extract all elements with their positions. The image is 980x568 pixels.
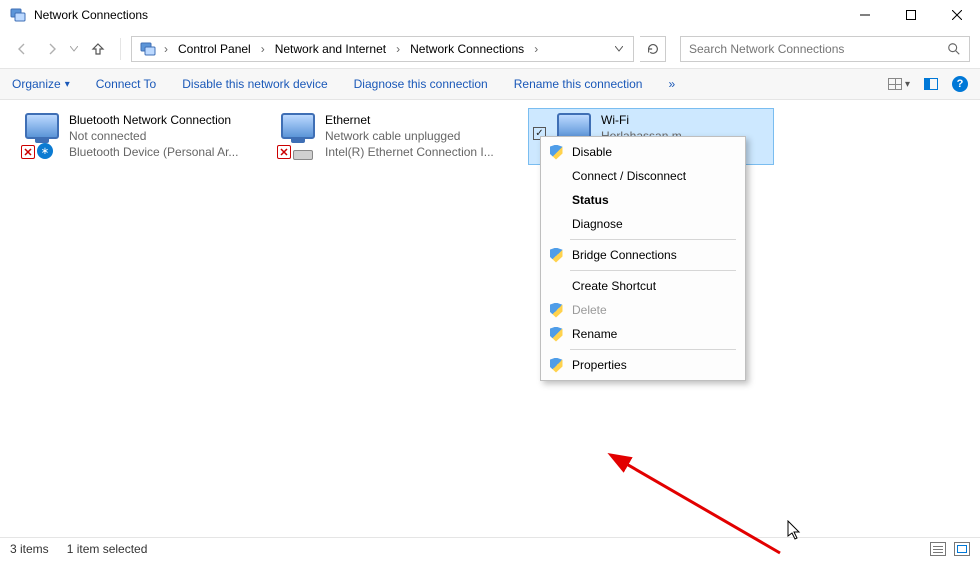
shield-icon <box>548 357 564 373</box>
separator <box>570 239 736 240</box>
chevron-right-icon[interactable]: › <box>257 42 269 56</box>
connect-to-button[interactable]: Connect To <box>96 77 157 91</box>
up-button[interactable] <box>86 37 110 61</box>
context-menu-label: Create Shortcut <box>572 279 656 293</box>
context-menu-label: Status <box>572 193 609 207</box>
context-menu-item[interactable]: Create Shortcut <box>544 274 742 298</box>
maximize-button[interactable] <box>888 0 934 30</box>
refresh-button[interactable] <box>640 36 666 62</box>
connection-name: Ethernet <box>325 113 494 128</box>
context-menu-item[interactable]: Disable <box>544 140 742 164</box>
organize-menu[interactable]: Organize ▾ <box>12 77 70 91</box>
window-controls <box>842 0 980 30</box>
connection-icon: ✕∗ <box>21 113 63 157</box>
crumb-network-internet[interactable]: Network and Internet <box>269 39 392 59</box>
bluetooth-icon: ∗ <box>37 143 53 159</box>
help-button[interactable]: ? <box>952 76 968 92</box>
chevron-down-icon: ▾ <box>65 79 70 90</box>
monitor-icon <box>281 113 315 139</box>
chevron-down-icon: ▾ <box>905 79 910 90</box>
connection-icon: ✕ <box>277 113 319 157</box>
overflow-button[interactable]: » <box>668 77 675 91</box>
pane-icon <box>924 78 938 90</box>
view-options-button[interactable]: ▾ <box>888 78 910 90</box>
shield-icon <box>548 144 564 160</box>
context-menu-label: Connect / Disconnect <box>572 169 686 183</box>
diagnose-button[interactable]: Diagnose this connection <box>354 77 488 91</box>
icon-slot <box>548 168 564 184</box>
search-icon[interactable] <box>947 42 961 56</box>
chevron-right-icon[interactable]: › <box>160 42 172 56</box>
shield-icon <box>548 302 564 318</box>
disable-device-button[interactable]: Disable this network device <box>182 77 327 91</box>
ethernet-plug-icon <box>293 150 313 160</box>
connection-text: EthernetNetwork cable unpluggedIntel(R) … <box>325 113 494 160</box>
context-menu-item[interactable]: Rename <box>544 322 742 346</box>
connection-name: Wi-Fi <box>601 113 682 128</box>
context-menu-label: Disable <box>572 145 612 159</box>
context-menu-item[interactable]: Diagnose <box>544 212 742 236</box>
error-icon: ✕ <box>277 145 291 159</box>
titlebar: Network Connections <box>0 0 980 30</box>
context-menu-item[interactable]: Properties <box>544 353 742 377</box>
separator <box>570 270 736 271</box>
icon-slot <box>548 278 564 294</box>
details-view-button[interactable] <box>930 542 946 556</box>
shield-icon <box>548 326 564 342</box>
context-menu-item[interactable]: Status <box>544 188 742 212</box>
chevron-right-icon[interactable]: › <box>392 42 404 56</box>
context-menu-label: Rename <box>572 327 617 341</box>
icon-slot <box>548 192 564 208</box>
context-menu-label: Properties <box>572 358 627 372</box>
context-menu: Disable Connect / Disconnect Status Diagnos… <box>540 136 746 381</box>
crumb-network-connections[interactable]: Network Connections <box>404 39 530 59</box>
preview-pane-button[interactable] <box>924 78 938 90</box>
context-menu-item[interactable]: Connect / Disconnect <box>544 164 742 188</box>
toolbar: Organize ▾ Connect To Disable this networ… <box>0 68 980 100</box>
connection-text: Bluetooth Network ConnectionNot connecte… <box>69 113 238 160</box>
window-title: Network Connections <box>34 8 842 22</box>
context-menu-label: Bridge Connections <box>572 248 677 262</box>
breadcrumb-dropdown[interactable] <box>615 46 623 52</box>
address-bar: › Control Panel › Network and Internet ›… <box>0 30 980 68</box>
separator <box>570 349 736 350</box>
app-icon <box>10 7 26 23</box>
forward-button[interactable] <box>40 37 64 61</box>
connection-item[interactable]: ✕ EthernetNetwork cable unpluggedIntel(R)… <box>272 108 518 165</box>
minimize-button[interactable] <box>842 0 888 30</box>
rename-button[interactable]: Rename this connection <box>514 77 643 91</box>
status-bar: 3 items 1 item selected <box>0 537 980 559</box>
connection-device: Bluetooth Device (Personal Ar... <box>69 145 238 160</box>
context-menu-label: Diagnose <box>572 217 623 231</box>
close-button[interactable] <box>934 0 980 30</box>
separator <box>120 38 121 60</box>
context-menu-label: Delete <box>572 303 607 317</box>
search-input[interactable] <box>689 42 947 56</box>
connection-item[interactable]: ✕∗Bluetooth Network ConnectionNot connec… <box>16 108 262 165</box>
error-icon: ✕ <box>21 145 35 159</box>
connection-status: Not connected <box>69 129 238 144</box>
connections-list: ✕∗Bluetooth Network ConnectionNot connec… <box>16 108 964 165</box>
monitor-icon <box>25 113 59 139</box>
history-dropdown[interactable] <box>70 46 80 52</box>
crumb-control-panel[interactable]: Control Panel <box>172 39 257 59</box>
item-count: 3 items <box>10 542 49 556</box>
connection-name: Bluetooth Network Connection <box>69 113 238 128</box>
chevron-right-icon[interactable]: › <box>530 42 542 56</box>
connection-status: Network cable unplugged <box>325 129 494 144</box>
icon-slot <box>548 216 564 232</box>
shield-icon <box>548 247 564 263</box>
large-icons-view-button[interactable] <box>954 542 970 556</box>
context-menu-item[interactable]: Bridge Connections <box>544 243 742 267</box>
content-area: ✕∗Bluetooth Network ConnectionNot connec… <box>0 100 980 537</box>
location-icon <box>140 41 156 57</box>
breadcrumb[interactable]: › Control Panel › Network and Internet ›… <box>131 36 634 62</box>
connection-device: Intel(R) Ethernet Connection I... <box>325 145 494 160</box>
grid-icon <box>888 78 902 90</box>
back-button[interactable] <box>10 37 34 61</box>
context-menu-item: Delete <box>544 298 742 322</box>
selection-count: 1 item selected <box>67 542 148 556</box>
organize-label: Organize <box>12 77 61 91</box>
search-box[interactable] <box>680 36 970 62</box>
